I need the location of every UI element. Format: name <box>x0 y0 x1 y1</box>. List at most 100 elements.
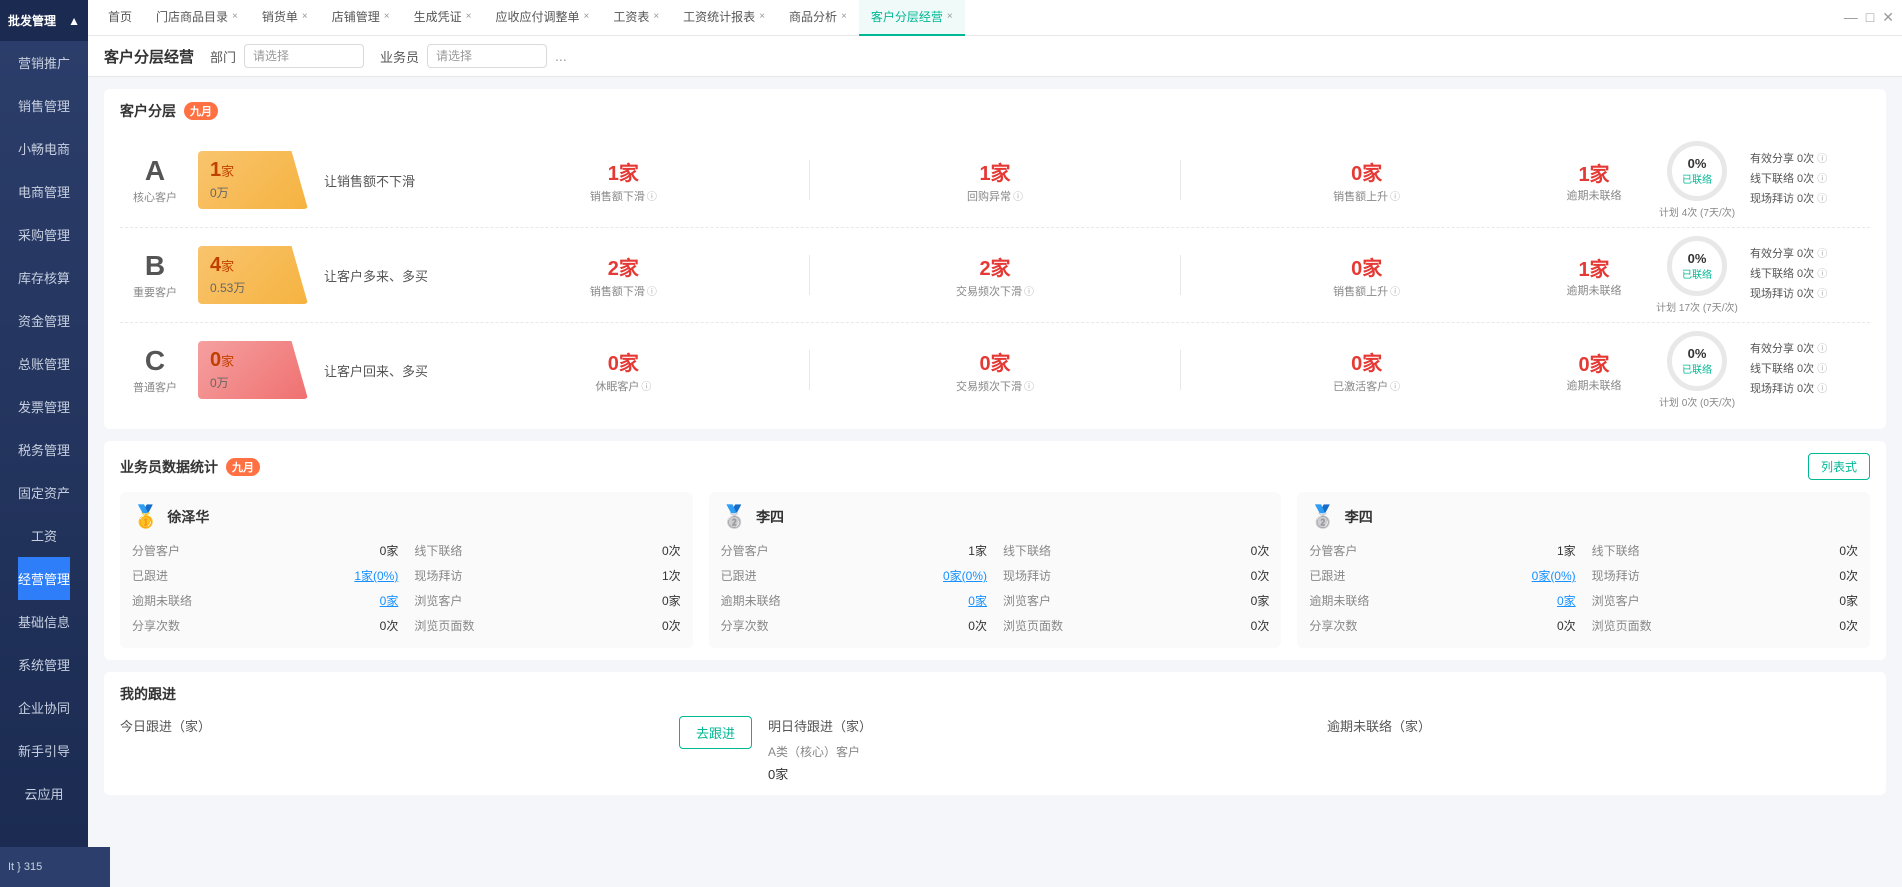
staff-select[interactable]: 请选择 <box>427 44 547 68</box>
tab-3[interactable]: 店铺管理× <box>320 0 402 36</box>
sidebar-item-17[interactable]: 云应用 <box>18 772 70 815</box>
tab-6[interactable]: 工资表× <box>601 0 671 36</box>
staff-stat-2-6: 分享次数 0次 <box>1309 615 1575 636</box>
sidebar-item-6[interactable]: 资金管理 <box>18 299 70 342</box>
sidebar-item-7[interactable]: 总账管理 <box>18 342 70 385</box>
tab-close-6[interactable]: × <box>653 11 659 22</box>
sidebar-header[interactable]: 批发管理 ▲ <box>0 0 88 41</box>
tab-close-4[interactable]: × <box>466 11 472 22</box>
stat-box-1-2: 0家 休眠客户 ⓘ <box>446 343 801 398</box>
biz-section-header: 业务员数据统计 九月 列表式 <box>120 453 1870 480</box>
stat-box-2-0: 1家 回购异常 ⓘ <box>818 153 1173 208</box>
sidebar-item-1[interactable]: 销售管理 <box>18 84 70 127</box>
tab-5[interactable]: 应收应付调整单× <box>483 0 601 36</box>
tab-1[interactable]: 门店商品目录× <box>144 0 250 36</box>
tomorrow-follow-col: 明日待跟进（家） A类（核心）客户 0家 <box>768 716 1311 783</box>
tab-close-7[interactable]: × <box>759 11 765 22</box>
staff-stat-0-7: 浏览页面数 0次 <box>414 615 680 636</box>
tier-right-stats-0: 有效分享 0次 ⓘ 线下联络 0次 ⓘ 现场拜访 0次 ⓘ <box>1750 150 1870 209</box>
tab-close-9[interactable]: × <box>947 11 953 22</box>
overdue-follow-label: 逾期未联络（家） <box>1327 716 1870 735</box>
tier-count-box-2: 0家 0万 <box>198 341 308 399</box>
sidebar-item-16[interactable]: 新手引导 <box>18 729 70 772</box>
main-area: 首页门店商品目录×销货单×店铺管理×生成凭证×应收应付调整单×工资表×工资统计报… <box>88 0 1902 887</box>
staff-stat-1-1: 线下联络 0次 <box>1003 540 1269 561</box>
window-restore-icon[interactable]: □ <box>1866 9 1874 26</box>
bottom-status-text: It } 315 <box>8 861 42 873</box>
staff-name-0: 徐泽华 <box>167 507 209 527</box>
biz-stats-section: 业务员数据统计 九月 列表式 🥇 徐泽华 分管客户 0家 线下联络 0次 已跟进… <box>104 441 1886 660</box>
staff-card-1: 🥈 李四 分管客户 1家 线下联络 0次 已跟进 0家(0%) 现场拜访 0次 … <box>709 492 1282 648</box>
sidebar-item-5[interactable]: 库存核算 <box>18 256 70 299</box>
sidebar-item-12[interactable]: 经营管理 <box>18 557 70 600</box>
sidebar-item-10[interactable]: 固定资产 <box>18 471 70 514</box>
staff-card-2: 🥈 李四 分管客户 1家 线下联络 0次 已跟进 0家(0%) 现场拜访 0次 … <box>1297 492 1870 648</box>
window-minimize-icon[interactable]: — <box>1844 9 1858 26</box>
month-badge: 九月 <box>184 102 218 120</box>
sidebar-item-3[interactable]: 电商管理 <box>18 170 70 213</box>
sidebar-item-8[interactable]: 发票管理 <box>18 385 70 428</box>
tier-count-box-0: 1家 0万 <box>198 151 308 209</box>
sidebar-expand-icon[interactable]: ▲ <box>68 14 80 28</box>
staff-avatar-0: 🥇 <box>132 504 159 530</box>
staff-filter: 业务员 请选择 ... <box>380 44 567 68</box>
stat-box-1-0: 1家 销售额下滑 ⓘ <box>446 153 801 208</box>
tab-8[interactable]: 商品分析× <box>777 0 859 36</box>
tier-follow-0: 1家 逾期未联络 <box>1544 158 1644 203</box>
sidebar: 批发管理 ▲ 营销推广销售管理小畅电商电商管理采购管理库存核算资金管理总账管理发… <box>0 0 88 887</box>
sidebar-item-11[interactable]: 工资 <box>18 514 70 557</box>
tier-stats-0: 1家 销售额下滑 ⓘ 1家 回购异常 ⓘ 0家 销售额上升 ⓘ <box>446 153 1544 208</box>
staff-stat-1-3: 现场拜访 0次 <box>1003 565 1269 586</box>
my-follow-title: 我的跟进 <box>120 684 1870 704</box>
staff-avatar-1: 🥈 <box>721 504 748 530</box>
staff-stat-2-0: 分管客户 1家 <box>1309 540 1575 561</box>
tier-stats-1: 2家 销售额下滑 ⓘ 2家 交易频次下滑 ⓘ 0家 销售额上升 ⓘ <box>446 248 1544 303</box>
biz-month-badge: 九月 <box>226 458 260 476</box>
tab-0[interactable]: 首页 <box>96 0 144 36</box>
window-close-icon[interactable]: ✕ <box>1882 9 1894 26</box>
sidebar-item-4[interactable]: 采购管理 <box>18 213 70 256</box>
staff-stat-2-4: 逾期未联络 0家 <box>1309 590 1575 611</box>
stat-box-1-1: 2家 销售额下滑 ⓘ <box>446 248 801 303</box>
staff-stat-1-5: 浏览客户 0家 <box>1003 590 1269 611</box>
tab-4[interactable]: 生成凭证× <box>402 0 484 36</box>
staff-header-0: 🥇 徐泽华 <box>132 504 681 530</box>
tab-close-2[interactable]: × <box>302 11 308 22</box>
sidebar-item-2[interactable]: 小畅电商 <box>18 127 70 170</box>
sidebar-title: 批发管理 <box>8 12 56 29</box>
tab-9[interactable]: 客户分层经营× <box>859 0 965 36</box>
tab-2[interactable]: 销货单× <box>250 0 320 36</box>
staff-stats-grid-1: 分管客户 1家 线下联络 0次 已跟进 0家(0%) 现场拜访 0次 逾期未联络… <box>721 540 1270 636</box>
tier-follow-1: 1家 逾期未联络 <box>1544 253 1644 298</box>
staff-stat-0-5: 浏览客户 0家 <box>414 590 680 611</box>
staff-stat-0-3: 现场拜访 1次 <box>414 565 680 586</box>
stat-box-3-2: 0家 已激活客户 ⓘ <box>1189 343 1544 398</box>
tier-label-0: A 核心客户 <box>120 155 190 205</box>
tier-follow-2: 0家 逾期未联络 <box>1544 348 1644 393</box>
sidebar-item-13[interactable]: 基础信息 <box>18 600 70 643</box>
a-level-label: A类（核心）客户 <box>768 743 1311 760</box>
stat-box-3-0: 0家 销售额上升 ⓘ <box>1189 153 1544 208</box>
tab-close-5[interactable]: × <box>583 11 589 22</box>
sidebar-item-0[interactable]: 营销推广 <box>18 41 70 84</box>
staff-stat-0-1: 线下联络 0次 <box>414 540 680 561</box>
overdue-follow-col: 逾期未联络（家） <box>1327 716 1870 743</box>
sidebar-item-9[interactable]: 税务管理 <box>18 428 70 471</box>
sidebar-item-15[interactable]: 企业协同 <box>18 686 70 729</box>
tab-close-1[interactable]: × <box>232 11 238 22</box>
tab-close-8[interactable]: × <box>841 11 847 22</box>
go-follow-button[interactable]: 去跟进 <box>679 716 752 749</box>
tier-row-a: A 核心客户 1家 0万 让销售额不下滑 1家 销售额下滑 ⓘ 1家 回购异常 … <box>120 133 1870 228</box>
customer-tier-title: 客户分层 九月 <box>120 101 1870 121</box>
tier-right-stats-1: 有效分享 0次 ⓘ 线下联络 0次 ⓘ 现场拜访 0次 ⓘ <box>1750 245 1870 304</box>
tier-circle-1: 0% 已联络 计划 17次 (7天/次) <box>1652 236 1742 314</box>
dept-select[interactable]: 请选择 <box>244 44 364 68</box>
sidebar-item-14[interactable]: 系统管理 <box>18 643 70 686</box>
staff-header-2: 🥈 李四 <box>1309 504 1858 530</box>
customer-tier-section: 客户分层 九月 A 核心客户 1家 0万 让销售额不下滑 1家 销售额下滑 ⓘ … <box>104 89 1886 429</box>
dept-label: 部门 <box>210 47 236 66</box>
tab-7[interactable]: 工资统计报表× <box>671 0 777 36</box>
tab-close-3[interactable]: × <box>384 11 390 22</box>
more-icon[interactable]: ... <box>555 48 567 64</box>
list-view-button[interactable]: 列表式 <box>1808 453 1870 480</box>
